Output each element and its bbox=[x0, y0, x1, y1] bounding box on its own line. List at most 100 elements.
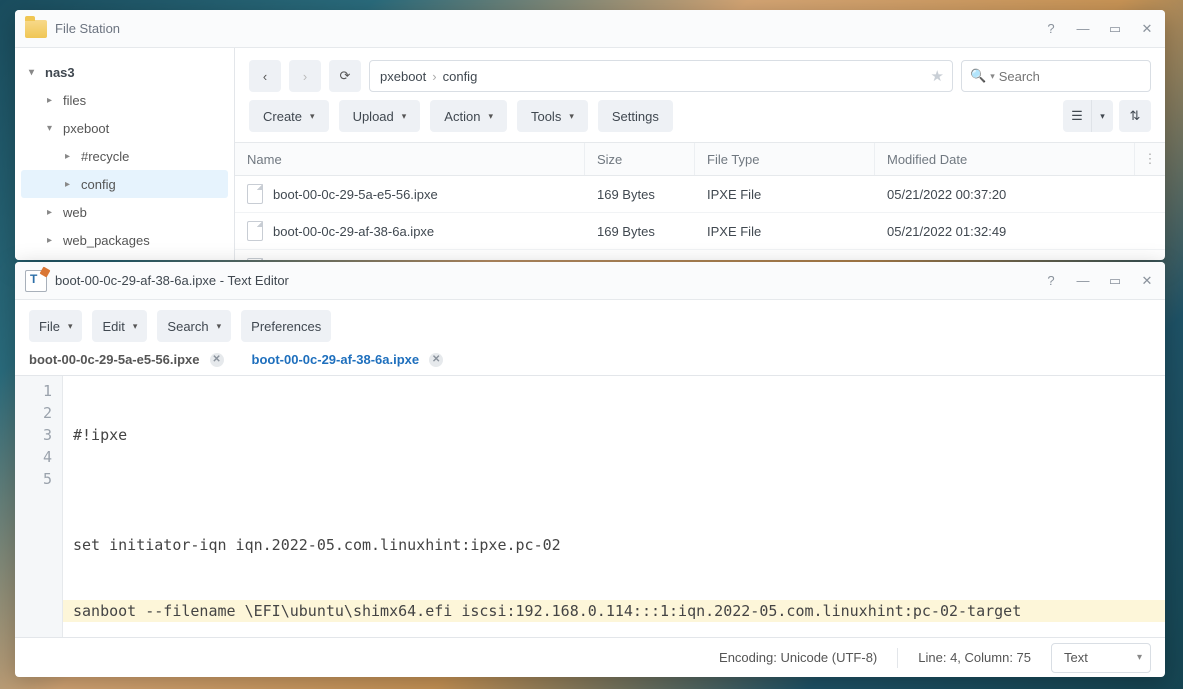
tree-root-label: nas3 bbox=[45, 65, 75, 80]
list-view-icon[interactable]: ☰ bbox=[1063, 100, 1091, 132]
column-more-icon[interactable]: ⋮ bbox=[1135, 143, 1165, 175]
chevron-right-icon: ▸ bbox=[47, 95, 59, 106]
upload-button[interactable]: Upload▾ bbox=[339, 100, 421, 132]
create-button[interactable]: Create▾ bbox=[249, 100, 329, 132]
file-type: IPXE File bbox=[695, 213, 875, 249]
folder-icon bbox=[25, 20, 47, 38]
chevron-down-icon: ▾ bbox=[310, 111, 315, 122]
tree-item-recycle[interactable]: ▸ #recycle bbox=[21, 142, 228, 170]
tree-item-pxeboot[interactable]: ▾ pxeboot bbox=[21, 114, 228, 142]
chevron-down-icon: ▾ bbox=[29, 67, 41, 78]
tree-item-files[interactable]: ▸ files bbox=[21, 86, 228, 114]
close-icon[interactable]: ✕ bbox=[1139, 21, 1155, 37]
chevron-right-icon: ▸ bbox=[65, 179, 77, 190]
file-size: 169 Bytes bbox=[585, 213, 695, 249]
tree-item-label: config bbox=[81, 177, 116, 192]
file-modified: 05/20/2022 22:52:33 bbox=[875, 250, 1135, 260]
tree-item-label: web_packages bbox=[63, 233, 150, 248]
action-button[interactable]: Action▾ bbox=[430, 100, 507, 132]
nav-back-button[interactable]: ‹ bbox=[249, 60, 281, 92]
settings-button[interactable]: Settings bbox=[598, 100, 673, 132]
sort-button[interactable]: ⇅ bbox=[1119, 100, 1151, 132]
editor-tabs: boot-00-0c-29-5a-e5-56.ipxe ✕ boot-00-0c… bbox=[15, 352, 1165, 375]
window-title: boot-00-0c-29-af-38-6a.ipxe - Text Edito… bbox=[55, 273, 289, 288]
file-station-titlebar: File Station ? — ▭ ✕ bbox=[15, 10, 1165, 48]
file-icon bbox=[247, 221, 263, 241]
divider bbox=[897, 648, 898, 668]
search-box[interactable]: 🔍 ▾ bbox=[961, 60, 1151, 92]
code-line: set initiator-iqn iqn.2022-05.com.linuxh… bbox=[63, 534, 1165, 556]
tree-item-web[interactable]: ▸ web bbox=[21, 198, 228, 226]
column-modified[interactable]: Modified Date bbox=[875, 143, 1135, 175]
help-icon[interactable]: ? bbox=[1043, 273, 1059, 289]
folder-tree: ▾ nas3 ▸ files ▾ pxeboot ▸ #recycle ▸ co… bbox=[15, 48, 235, 260]
table-row[interactable]: boot-00-0c-29-5a-e5-56.ipxe 169 Bytes IP… bbox=[235, 176, 1165, 213]
search-icon: 🔍 bbox=[970, 68, 986, 84]
tab-close-icon[interactable]: ✕ bbox=[210, 353, 224, 367]
view-mode-button[interactable]: ☰ ▾ bbox=[1063, 100, 1113, 132]
chevron-down-icon: ▾ bbox=[488, 111, 493, 122]
file-modified: 05/21/2022 01:32:49 bbox=[875, 213, 1135, 249]
column-size[interactable]: Size bbox=[585, 143, 695, 175]
chevron-right-icon: ▸ bbox=[65, 151, 77, 162]
file-size: 161 Bytes bbox=[585, 250, 695, 260]
file-menu[interactable]: File▾ bbox=[29, 310, 82, 342]
file-list: boot-00-0c-29-5a-e5-56.ipxe 169 Bytes IP… bbox=[235, 176, 1165, 260]
text-editor-titlebar: boot-00-0c-29-af-38-6a.ipxe - Text Edito… bbox=[15, 262, 1165, 300]
status-bar: Encoding: Unicode (UTF-8) Line: 4, Colum… bbox=[15, 637, 1165, 677]
text-editor-window: boot-00-0c-29-af-38-6a.ipxe - Text Edito… bbox=[15, 262, 1165, 677]
breadcrumb[interactable]: pxeboot › config ★ bbox=[369, 60, 953, 92]
file-type: IPXE File bbox=[695, 176, 875, 212]
refresh-button[interactable]: ⟳ bbox=[329, 60, 361, 92]
column-name[interactable]: Name bbox=[235, 143, 585, 175]
maximize-icon[interactable]: ▭ bbox=[1107, 21, 1123, 37]
code-content[interactable]: #!ipxe set initiator-iqn iqn.2022-05.com… bbox=[63, 376, 1165, 637]
file-name: boot-00-0c-29-af-38-6a.ipxe bbox=[273, 224, 434, 239]
chevron-down-icon[interactable]: ▾ bbox=[1091, 100, 1113, 132]
column-type[interactable]: File Type bbox=[695, 143, 875, 175]
editor-area[interactable]: 12345 #!ipxe set initiator-iqn iqn.2022-… bbox=[15, 375, 1165, 637]
file-icon bbox=[247, 184, 263, 204]
file-station-window: File Station ? — ▭ ✕ ▾ nas3 ▸ files ▾ px… bbox=[15, 10, 1165, 260]
tree-item-web-packages[interactable]: ▸ web_packages bbox=[21, 226, 228, 254]
breadcrumb-segment[interactable]: pxeboot bbox=[380, 69, 426, 84]
file-size: 169 Bytes bbox=[585, 176, 695, 212]
tree-root[interactable]: ▾ nas3 bbox=[21, 58, 228, 86]
editor-tab[interactable]: boot-00-0c-29-af-38-6a.ipxe ✕ bbox=[252, 352, 444, 367]
chevron-down-icon: ▾ bbox=[47, 123, 59, 134]
syntax-mode-value: Text bbox=[1064, 650, 1088, 665]
text-editor-icon bbox=[25, 270, 47, 292]
table-header: Name Size File Type Modified Date ⋮ bbox=[235, 142, 1165, 176]
help-icon[interactable]: ? bbox=[1043, 21, 1059, 37]
search-menu[interactable]: Search▾ bbox=[157, 310, 231, 342]
tab-label: boot-00-0c-29-5a-e5-56.ipxe bbox=[29, 352, 200, 367]
tree-item-label: web bbox=[63, 205, 87, 220]
search-input[interactable] bbox=[999, 69, 1142, 84]
nav-forward-button[interactable]: › bbox=[289, 60, 321, 92]
tab-close-icon[interactable]: ✕ bbox=[429, 353, 443, 367]
tab-label: boot-00-0c-29-af-38-6a.ipxe bbox=[252, 352, 420, 367]
minimize-icon[interactable]: — bbox=[1075, 273, 1091, 289]
syntax-mode-select[interactable]: Text bbox=[1051, 643, 1151, 673]
table-row[interactable]: boot.ipxe 161 Bytes IPXE File 05/20/2022… bbox=[235, 250, 1165, 260]
editor-tab[interactable]: boot-00-0c-29-5a-e5-56.ipxe ✕ bbox=[29, 352, 224, 367]
breadcrumb-separator: › bbox=[432, 69, 436, 84]
edit-menu[interactable]: Edit▾ bbox=[92, 310, 147, 342]
status-cursor: Line: 4, Column: 75 bbox=[918, 650, 1031, 665]
chevron-down-icon: ▾ bbox=[133, 321, 138, 332]
table-row[interactable]: boot-00-0c-29-af-38-6a.ipxe 169 Bytes IP… bbox=[235, 213, 1165, 250]
preferences-button[interactable]: Preferences bbox=[241, 310, 331, 342]
chevron-down-icon: ▾ bbox=[217, 321, 222, 332]
file-modified: 05/21/2022 00:37:20 bbox=[875, 176, 1135, 212]
tree-item-config[interactable]: ▸ config bbox=[21, 170, 228, 198]
minimize-icon[interactable]: — bbox=[1075, 21, 1091, 37]
close-icon[interactable]: ✕ bbox=[1139, 273, 1155, 289]
window-title: File Station bbox=[55, 21, 120, 36]
breadcrumb-segment[interactable]: config bbox=[443, 69, 478, 84]
line-gutter: 12345 bbox=[15, 376, 63, 637]
favorite-star-icon[interactable]: ★ bbox=[931, 67, 944, 85]
maximize-icon[interactable]: ▭ bbox=[1107, 273, 1123, 289]
chevron-down-icon[interactable]: ▾ bbox=[990, 71, 995, 82]
chevron-right-icon: ▸ bbox=[47, 207, 59, 218]
tools-button[interactable]: Tools▾ bbox=[517, 100, 588, 132]
